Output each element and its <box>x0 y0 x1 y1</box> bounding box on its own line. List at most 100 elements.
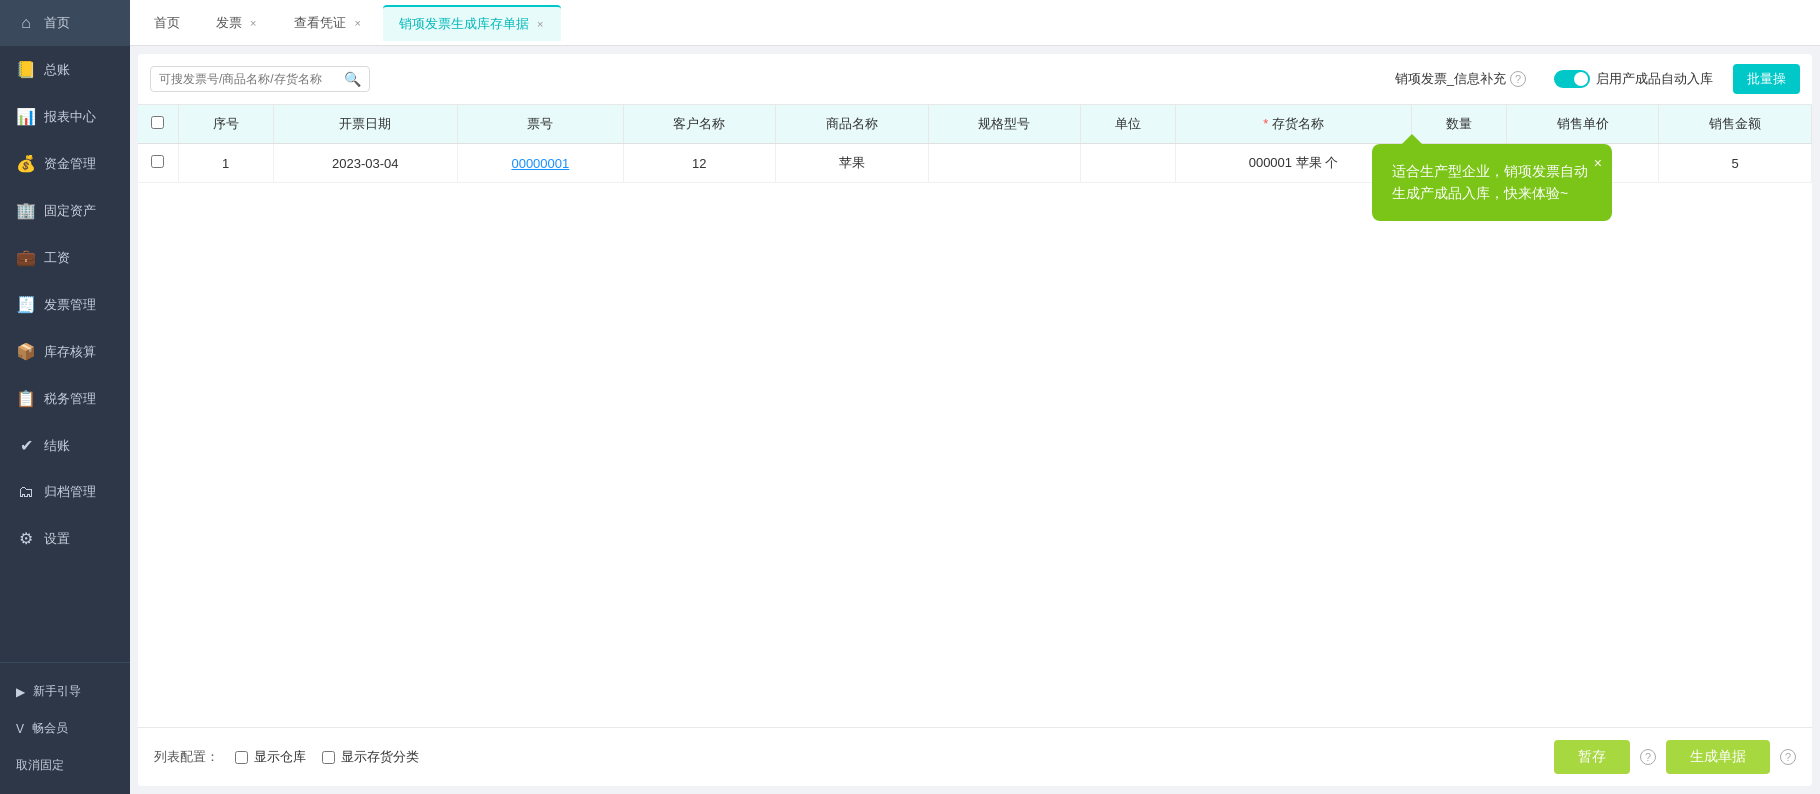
tab-voucher-close[interactable]: × <box>352 15 362 31</box>
pin-label: 取消固定 <box>16 757 64 774</box>
assets-icon: 🏢 <box>16 201 36 220</box>
show-warehouse-label: 显示仓库 <box>254 748 306 766</box>
tooltip-arrow <box>1402 134 1422 144</box>
row-customer: 12 <box>623 144 776 183</box>
tab-voucher[interactable]: 查看凭证 × <box>278 5 378 41</box>
sidebar-item-settings[interactable]: ⚙ 设置 <box>0 515 130 562</box>
payroll-icon: 💼 <box>16 248 36 267</box>
header-date: 开票日期 <box>273 105 458 144</box>
sidebar-item-label: 税务管理 <box>44 390 96 408</box>
tooltip-close-button[interactable]: × <box>1594 152 1602 174</box>
sidebar-item-label: 总账 <box>44 61 70 79</box>
sidebar-item-home[interactable]: ⌂ 首页 <box>0 0 130 46</box>
tab-generate[interactable]: 销项发票生成库存单据 × <box>383 5 561 41</box>
row-unit <box>1081 144 1176 183</box>
sidebar-item-invoice[interactable]: 🧾 发票管理 <box>0 281 130 328</box>
show-category-label: 显示存货分类 <box>341 748 419 766</box>
header-customer: 客户名称 <box>623 105 776 144</box>
sidebar-item-report[interactable]: 📊 报表中心 <box>0 93 130 140</box>
sidebar-bottom: ▶ 新手引导 V 畅会员 取消固定 <box>0 662 130 794</box>
sidebar-item-label: 设置 <box>44 530 70 548</box>
ticket-link[interactable]: 00000001 <box>511 156 569 171</box>
sidebar-item-tax[interactable]: 📋 税务管理 <box>0 375 130 422</box>
header-unit-price: 销售单价 <box>1506 105 1659 144</box>
tab-generate-close[interactable]: × <box>535 16 545 32</box>
sidebar-item-member[interactable]: V 畅会员 <box>0 710 130 747</box>
row-product: 苹果 <box>776 144 929 183</box>
sidebar-item-payroll[interactable]: 💼 工资 <box>0 234 130 281</box>
member-icon: V <box>16 722 24 736</box>
row-checkbox-cell <box>138 144 178 183</box>
sidebar-item-assets[interactable]: 🏢 固定资产 <box>0 187 130 234</box>
sidebar-item-funds[interactable]: 💰 资金管理 <box>0 140 130 187</box>
footer-config-label: 列表配置： <box>154 748 219 766</box>
tooltip-popup: × 适合生产型企业，销项发票自动生成产成品入库，快来体验~ <box>1372 144 1612 221</box>
batch-button[interactable]: 批量操 <box>1733 64 1800 94</box>
row-seq: 1 <box>178 144 273 183</box>
search-box[interactable]: 🔍 <box>150 66 370 92</box>
row-ticket-no[interactable]: 00000001 <box>458 144 623 183</box>
main-area: 首页 发票 × 查看凭证 × 销项发票生成库存单据 × 🔍 销项发票_信息补充 … <box>130 0 1820 794</box>
sidebar-item-label: 畅会员 <box>32 720 68 737</box>
generate-button[interactable]: 生成单据 <box>1666 740 1770 774</box>
table-header-row: 序号 开票日期 票号 客户名称 商品名称 规格型号 单位 * 存货名称 数量 销… <box>138 105 1812 144</box>
tab-voucher-label: 查看凭证 <box>294 14 346 32</box>
archive-icon: 🗂 <box>16 483 36 501</box>
toolbar: 🔍 销项发票_信息补充 ? 启用产成品自动入库 批量操 <box>138 54 1812 105</box>
sidebar-item-guide[interactable]: ▶ 新手引导 <box>0 673 130 710</box>
auto-warehouse-toggle[interactable] <box>1554 70 1590 88</box>
toggle-knob <box>1574 72 1588 86</box>
home-icon: ⌂ <box>16 14 36 32</box>
tab-invoice[interactable]: 发票 × <box>200 5 274 41</box>
sidebar-item-label: 资金管理 <box>44 155 96 173</box>
sidebar-item-label: 新手引导 <box>33 683 81 700</box>
search-input[interactable] <box>159 72 338 86</box>
report-icon: 📊 <box>16 107 36 126</box>
select-all-checkbox[interactable] <box>151 116 164 129</box>
sidebar-item-label: 库存核算 <box>44 343 96 361</box>
save-help-icon[interactable]: ? <box>1640 749 1656 765</box>
show-warehouse-checkbox[interactable]: 显示仓库 <box>235 748 306 766</box>
invoice-icon: 🧾 <box>16 295 36 314</box>
tab-generate-label: 销项发票生成库存单据 <box>399 15 529 33</box>
info-text: 销项发票_信息补充 <box>1395 70 1506 88</box>
tab-home[interactable]: 首页 <box>138 5 196 41</box>
row-checkbox[interactable] <box>151 155 164 168</box>
header-ticket-no: 票号 <box>458 105 623 144</box>
tooltip-text: 适合生产型企业，销项发票自动生成产成品入库，快来体验~ <box>1392 163 1588 201</box>
sidebar-item-label: 首页 <box>44 14 70 32</box>
show-warehouse-input[interactable] <box>235 751 248 764</box>
sidebar-item-label: 工资 <box>44 249 70 267</box>
tab-home-label: 首页 <box>154 14 180 32</box>
header-model: 规格型号 <box>928 105 1081 144</box>
save-button[interactable]: 暂存 <box>1554 740 1630 774</box>
header-inventory: * 存货名称 <box>1176 105 1412 144</box>
row-model <box>928 144 1081 183</box>
info-icon[interactable]: ? <box>1510 71 1526 87</box>
page-content: 🔍 销项发票_信息补充 ? 启用产成品自动入库 批量操 <box>138 54 1812 786</box>
sidebar-item-label: 固定资产 <box>44 202 96 220</box>
sidebar-item-archive[interactable]: 🗂 归档管理 <box>0 469 130 515</box>
pin-button[interactable]: 取消固定 <box>0 747 130 784</box>
tab-invoice-label: 发票 <box>216 14 242 32</box>
tab-bar: 首页 发票 × 查看凭证 × 销项发票生成库存单据 × <box>130 0 1820 46</box>
footer: 列表配置： 显示仓库 显示存货分类 暂存 ? 生成单据 ? <box>138 727 1812 786</box>
show-category-checkbox[interactable]: 显示存货分类 <box>322 748 419 766</box>
settle-icon: ✔ <box>16 436 36 455</box>
generate-help-icon[interactable]: ? <box>1780 749 1796 765</box>
sidebar-item-inventory[interactable]: 📦 库存核算 <box>0 328 130 375</box>
show-category-input[interactable] <box>322 751 335 764</box>
header-product: 商品名称 <box>776 105 929 144</box>
sidebar-item-ledger[interactable]: 📒 总账 <box>0 46 130 93</box>
sidebar-item-settle[interactable]: ✔ 结账 <box>0 422 130 469</box>
tab-invoice-close[interactable]: × <box>248 15 258 31</box>
header-unit: 单位 <box>1081 105 1176 144</box>
search-icon[interactable]: 🔍 <box>344 71 361 87</box>
row-date: 2023-03-04 <box>273 144 458 183</box>
sidebar: ⌂ 首页 📒 总账 📊 报表中心 💰 资金管理 🏢 固定资产 💼 工资 🧾 发票… <box>0 0 130 794</box>
sidebar-item-label: 结账 <box>44 437 70 455</box>
sidebar-item-label: 发票管理 <box>44 296 96 314</box>
inventory-icon: 📦 <box>16 342 36 361</box>
header-quantity: 数量 <box>1411 105 1506 144</box>
info-label-area: 销项发票_信息补充 ? <box>1395 70 1526 88</box>
